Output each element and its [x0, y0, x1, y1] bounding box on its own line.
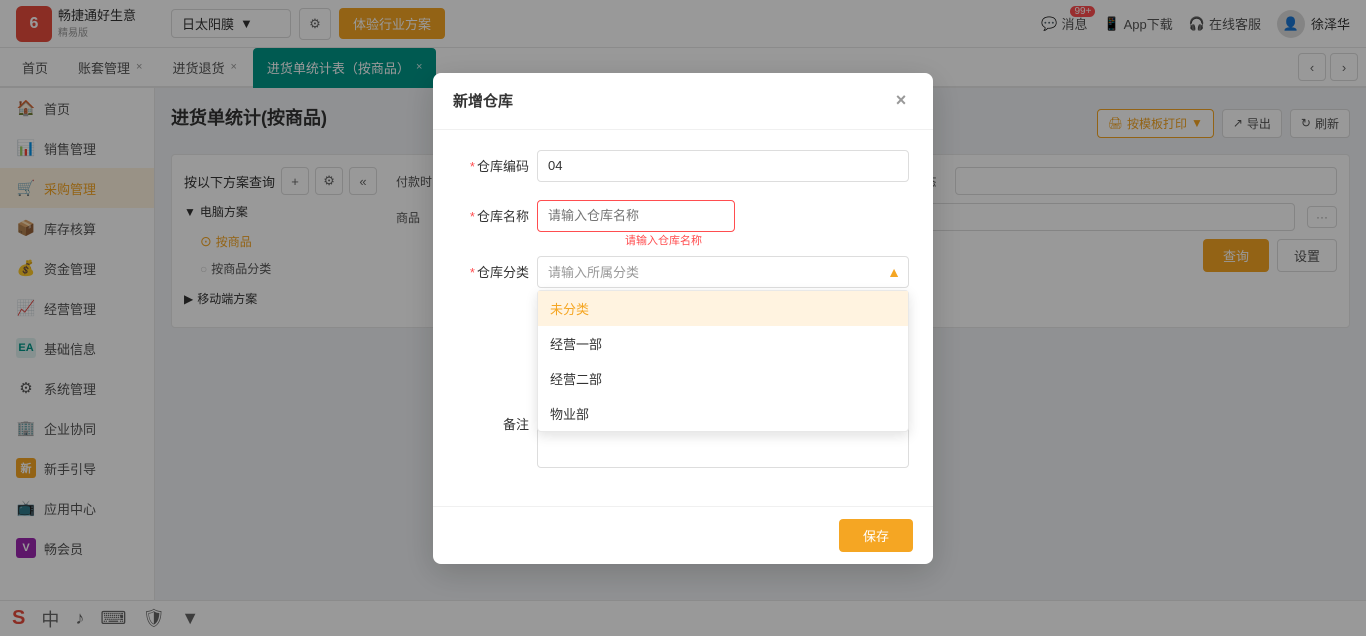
- name-input[interactable]: [537, 200, 735, 232]
- form-row-name: 仓库名称 请输入仓库名称: [457, 200, 909, 232]
- modal-overlay: 新增仓库 × 仓库编码 仓库名称 请输入仓库名称 仓库分类: [0, 0, 1366, 636]
- modal-title: 新增仓库: [453, 90, 513, 111]
- modal-close-button[interactable]: ×: [889, 89, 913, 113]
- notes-label: 备注: [457, 408, 537, 433]
- modal-body: 仓库编码 仓库名称 请输入仓库名称 仓库分类 请输入所属分类 ▲: [433, 130, 933, 506]
- save-button[interactable]: 保存: [839, 519, 913, 552]
- form-row-category: 仓库分类 请输入所属分类 ▲ 未分类 经营一部 经营二部 物业部: [457, 256, 909, 288]
- category-select-input[interactable]: 请输入所属分类: [537, 256, 909, 288]
- category-dropdown: 未分类 经营一部 经营二部 物业部: [537, 290, 909, 432]
- modal-header: 新增仓库 ×: [433, 73, 933, 130]
- code-input[interactable]: [537, 150, 909, 182]
- category-select-wrapper: 请输入所属分类 ▲ 未分类 经营一部 经营二部 物业部: [537, 256, 909, 288]
- dropdown-item-2[interactable]: 经营二部: [538, 361, 908, 396]
- category-label: 仓库分类: [457, 256, 537, 281]
- add-warehouse-modal: 新增仓库 × 仓库编码 仓库名称 请输入仓库名称 仓库分类: [433, 73, 933, 564]
- form-row-code: 仓库编码: [457, 150, 909, 182]
- name-input-wrapper: 请输入仓库名称: [537, 200, 909, 232]
- modal-footer: 保存: [433, 506, 933, 564]
- name-error-message: 请输入仓库名称: [625, 232, 702, 248]
- code-label: 仓库编码: [457, 150, 537, 175]
- dropdown-item-3[interactable]: 物业部: [538, 396, 908, 431]
- select-arrow-icon: ▲: [887, 264, 901, 280]
- name-label: 仓库名称: [457, 200, 537, 225]
- category-placeholder: 请输入所属分类: [548, 262, 639, 281]
- dropdown-item-0[interactable]: 未分类: [538, 291, 908, 326]
- dropdown-item-1[interactable]: 经营一部: [538, 326, 908, 361]
